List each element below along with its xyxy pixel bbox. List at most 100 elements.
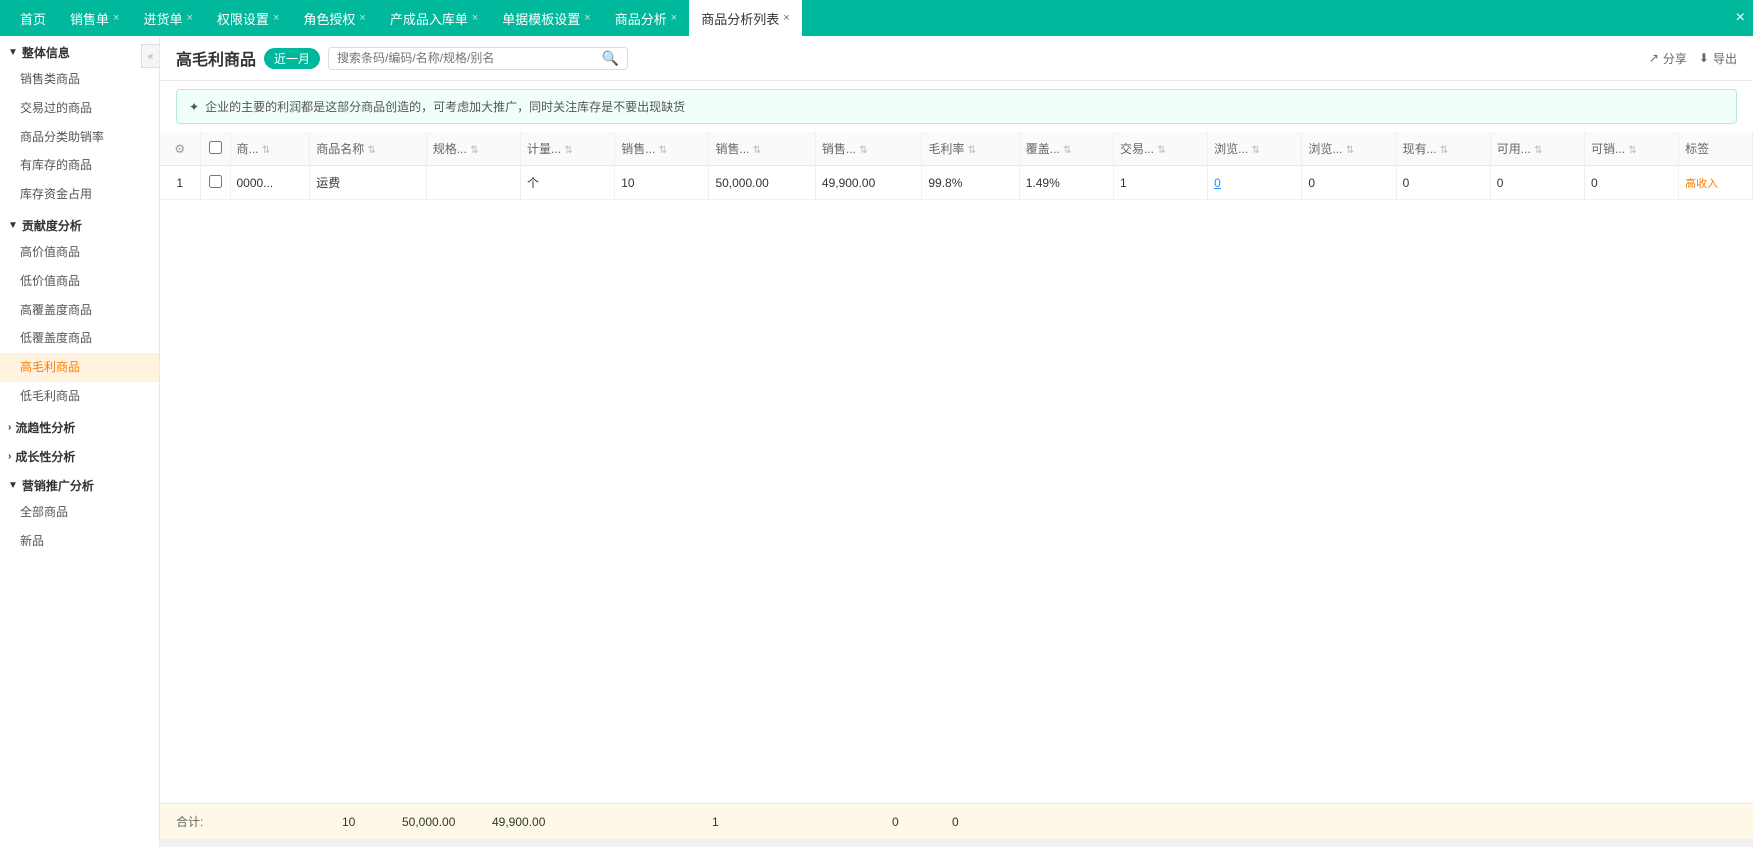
td-code: 0000... [230,166,310,200]
td-gross-margin: 99.8% [922,166,1019,200]
sort-sales-cost: ⇅ [859,145,867,156]
td-available: 0 [1490,166,1584,200]
sidebar-collapse-button[interactable]: « [141,44,159,68]
sort-unit: ⇅ [564,145,572,156]
footer-sales-qty: 10 [336,815,396,829]
page-title: 高毛利商品 [176,46,256,70]
th-settings[interactable]: ⚙ [160,132,200,166]
sidebar-group-trend[interactable]: › 流趋性分析 [0,411,159,440]
arrow-marketing: ▼ [8,480,18,491]
footer-values: 10 50,000.00 49,900.00 1 0 0 [336,815,1006,829]
sidebar-item-low-value[interactable]: 低价值商品 [0,267,159,296]
sort-views2: ⇅ [1346,145,1354,156]
sidebar-item-new-goods[interactable]: 新品 [0,527,159,556]
filter-recent-month-button[interactable]: 近一月 [264,48,320,69]
td-transactions: 1 [1113,166,1207,200]
export-button[interactable]: ⬇ 导出 [1699,50,1737,67]
nav-purchase[interactable]: 进货单 × [131,0,204,36]
nav-template[interactable]: 单据模板设置 × [490,0,602,36]
search-icon[interactable]: 🔍 [602,50,619,67]
share-button[interactable]: ↗ 分享 [1649,50,1687,67]
nav-production[interactable]: 产成品入库单 × [378,0,490,36]
td-sales-qty: 10 [615,166,709,200]
sidebar-item-in-stock[interactable]: 有库存的商品 [0,151,159,180]
nav-close-purchase[interactable]: × [186,12,192,24]
td-views2: 0 [1302,166,1396,200]
content-header: 高毛利商品 近一月 🔍 ↗ 分享 ⬇ 导出 [160,36,1753,81]
th-code: 商... ⇅ [230,132,310,166]
th-checkbox[interactable] [200,132,230,166]
th-gross-margin: 毛利率 ⇅ [922,132,1019,166]
sort-views1: ⇅ [1252,145,1260,156]
table-container[interactable]: ⚙ 商... ⇅ 商品名称 ⇅ [160,132,1753,803]
nav-close-analysis-list[interactable]: × [783,12,789,24]
nav-permissions[interactable]: 权限设置 × [205,0,291,36]
sidebar-group-marketing[interactable]: ▼ 营销推广分析 [0,469,159,498]
td-name: 运费 [310,166,427,200]
th-sales-qty: 销售... ⇅ [615,132,709,166]
nav-close-sales[interactable]: × [113,12,119,24]
data-table: ⚙ 商... ⇅ 商品名称 ⇅ [160,132,1753,200]
th-unit: 计量... ⇅ [521,132,615,166]
th-tag: 标签 [1679,132,1753,166]
sidebar-item-low-margin[interactable]: 低毛利商品 [0,382,159,411]
arrow-overall: ▼ [8,47,18,58]
sidebar-item-high-value[interactable]: 高价值商品 [0,238,159,267]
td-coverage: 1.49% [1019,166,1113,200]
sort-available: ⇅ [1534,145,1542,156]
sidebar-item-category-rate[interactable]: 商品分类助销率 [0,123,159,152]
arrow-contribution: ▼ [8,220,18,231]
table-row: 1 0000... 运费 个 10 50,000.00 49,900.00 99… [160,166,1753,200]
nav-analysis-list[interactable]: 商品分析列表 × [689,0,801,36]
sort-coverage: ⇅ [1063,145,1071,156]
sidebar-group-contribution[interactable]: ▼ 贡献度分析 [0,209,159,238]
search-input[interactable] [337,51,602,65]
th-current: 现有... ⇅ [1396,132,1490,166]
search-box: 🔍 [328,47,628,70]
td-unit: 个 [521,166,615,200]
main-layout: « ▼ 整体信息 销售类商品 交易过的商品 商品分类助销率 有库存的商品 库存资… [0,36,1753,847]
td-sales-amount: 50,000.00 [709,166,815,200]
nav-close-template[interactable]: × [584,12,590,24]
sidebar-group-overall[interactable]: ▼ 整体信息 [0,36,159,65]
sort-spec: ⇅ [470,145,478,156]
window-close-button[interactable]: × [1736,9,1745,27]
nav-close-analysis[interactable]: × [671,12,677,24]
nav-analysis[interactable]: 商品分析 × [603,0,689,36]
td-checkbox[interactable] [200,166,230,200]
nav-home[interactable]: 首页 [8,0,58,36]
row-checkbox[interactable] [209,175,222,188]
nav-close-production[interactable]: × [472,12,478,24]
arrow-trend: › [8,422,11,433]
sidebar-item-all-goods[interactable]: 全部商品 [0,498,159,527]
sidebar-item-high-coverage[interactable]: 高覆盖度商品 [0,296,159,325]
th-sales-amount: 销售... ⇅ [709,132,815,166]
sidebar-item-capital-usage[interactable]: 库存资金占用 [0,180,159,209]
sidebar: « ▼ 整体信息 销售类商品 交易过的商品 商品分类助销率 有库存的商品 库存资… [0,36,160,847]
nav-close-roles[interactable]: × [359,12,365,24]
td-spec [426,166,520,200]
select-all-checkbox[interactable] [209,141,222,154]
footer-empty2 [646,815,706,829]
sidebar-item-traded-goods[interactable]: 交易过的商品 [0,94,159,123]
sidebar-item-sales-goods[interactable]: 销售类商品 [0,65,159,94]
footer-total: 合计: 10 50,000.00 49,900.00 1 0 0 [160,803,1753,839]
sort-sales-qty: ⇅ [659,145,667,156]
nav-roles[interactable]: 角色授权 × [291,0,377,36]
td-saleable: 0 [1584,166,1678,200]
settings-icon[interactable]: ⚙ [174,142,185,156]
sidebar-item-low-coverage[interactable]: 低覆盖度商品 [0,324,159,353]
td-views1[interactable]: 0 [1208,166,1302,200]
sidebar-group-growth[interactable]: › 成长性分析 [0,440,159,469]
horizontal-scrollbar[interactable] [160,839,1753,847]
footer-transactions: 1 [706,815,766,829]
th-saleable: 可销... ⇅ [1584,132,1678,166]
sort-sales-amount: ⇅ [753,145,761,156]
info-icon: ✦ [189,100,199,114]
th-spec: 规格... ⇅ [426,132,520,166]
nav-close-permissions[interactable]: × [273,12,279,24]
sidebar-item-high-margin[interactable]: 高毛利商品 [0,353,159,382]
nav-sales[interactable]: 销售单 × [58,0,131,36]
td-sales-cost: 49,900.00 [815,166,921,200]
sort-transactions: ⇅ [1157,145,1165,156]
